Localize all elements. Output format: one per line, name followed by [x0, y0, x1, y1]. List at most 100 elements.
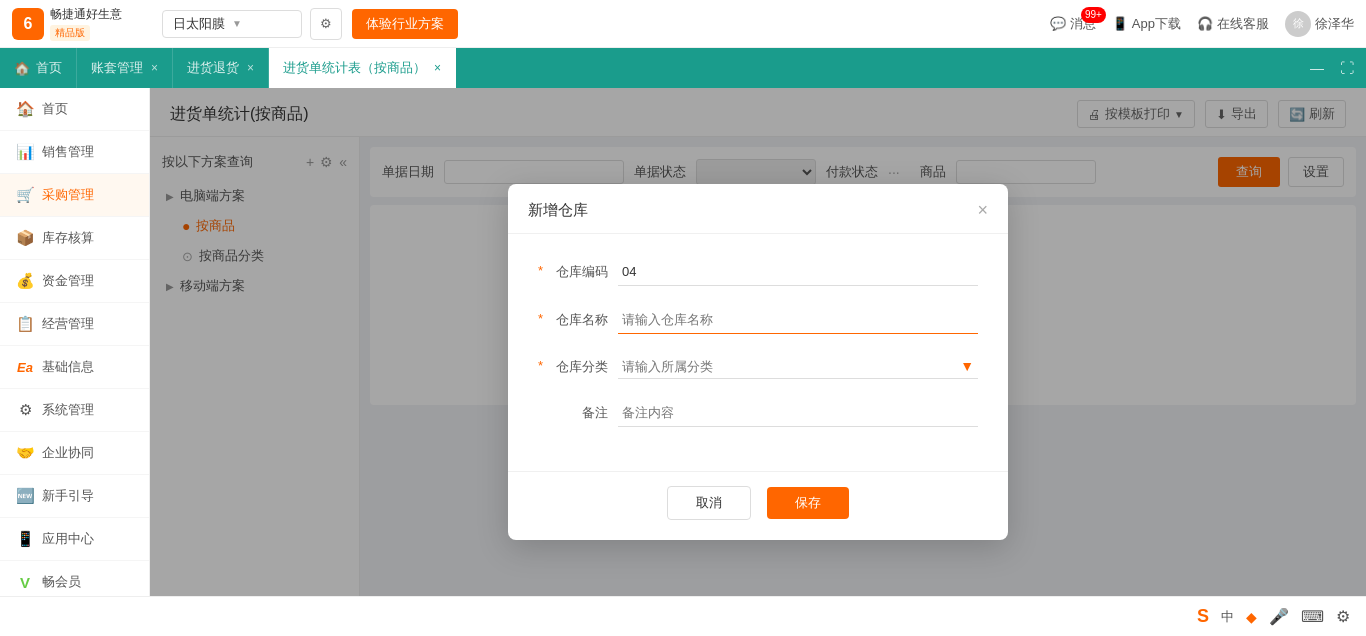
- tab-bar: 🏠 首页 账套管理 × 进货退货 × 进货单统计表（按商品） × — ⛶: [0, 48, 1366, 88]
- notification-badge: 99+: [1081, 7, 1106, 23]
- form-row-note: 备注: [538, 399, 978, 427]
- sidebar-label-management: 经营管理: [42, 315, 94, 333]
- user-profile[interactable]: 徐 徐泽华: [1285, 11, 1354, 37]
- modal-title: 新增仓库: [528, 201, 588, 220]
- app-download-button[interactable]: 📱 App下载: [1112, 15, 1181, 33]
- warehouse-code-input[interactable]: [618, 258, 978, 286]
- finance-icon: 💰: [16, 272, 34, 290]
- sidebar-item-home[interactable]: 🏠 首页: [0, 88, 149, 131]
- online-service-button[interactable]: 🎧 在线客服: [1197, 15, 1269, 33]
- sidebar-item-basic-info[interactable]: Ea 基础信息: [0, 346, 149, 389]
- app-download-label: App下载: [1132, 15, 1181, 33]
- tab-label-accounts: 账套管理: [91, 59, 143, 77]
- form-row-category: 仓库分类 ▼: [538, 354, 978, 379]
- store-name: 日太阳膜: [173, 15, 232, 33]
- form-row-code: 仓库编码: [538, 258, 978, 286]
- sidebar-label-inventory: 库存核算: [42, 229, 94, 247]
- save-button[interactable]: 保存: [767, 487, 849, 519]
- modal-overlay: 新增仓库 × 仓库编码 仓库名称 仓库分类: [150, 88, 1366, 636]
- tab-minimize-icon[interactable]: —: [1306, 58, 1328, 78]
- modal-body: 仓库编码 仓库名称 仓库分类 ▼: [508, 234, 1008, 471]
- sidebar-item-finance[interactable]: 💰 资金管理: [0, 260, 149, 303]
- sidebar-label-purchase: 采购管理: [42, 186, 94, 204]
- add-warehouse-modal: 新增仓库 × 仓库编码 仓库名称 仓库分类: [508, 184, 1008, 540]
- sidebar-label-sales: 销售管理: [42, 143, 94, 161]
- warehouse-category-label: 仓库分类: [538, 358, 618, 376]
- tab-bar-right: — ⛶: [1306, 48, 1366, 88]
- sidebar-label-basic-info: 基础信息: [42, 358, 94, 376]
- warehouse-category-input[interactable]: [622, 359, 960, 374]
- mic-icon[interactable]: 🎤: [1269, 607, 1289, 626]
- vip-icon: V: [16, 573, 34, 591]
- modal-header: 新增仓库 ×: [508, 184, 1008, 234]
- bottom-bar: S 中 ◆ 🎤 ⌨ ⚙: [0, 596, 1366, 636]
- tab-label-purchase-return: 进货退货: [187, 59, 239, 77]
- sidebar-label-newbie: 新手引导: [42, 487, 94, 505]
- tab-accounts[interactable]: 账套管理 ×: [77, 48, 173, 88]
- tab-close-purchase-return[interactable]: ×: [247, 61, 254, 75]
- keyboard-icon[interactable]: ⌨: [1301, 607, 1324, 626]
- main-layout: 🏠 首页 📊 销售管理 🛒 采购管理 📦 库存核算 💰 资金管理 📋 经营管理 …: [0, 88, 1366, 636]
- management-icon: 📋: [16, 315, 34, 333]
- header-right: 💬 消息 99+ 📱 App下载 🎧 在线客服 徐 徐泽华: [1050, 11, 1354, 37]
- store-selector[interactable]: 日太阳膜 ▼: [162, 10, 302, 38]
- chevron-down-icon: ▼: [232, 18, 291, 29]
- warehouse-code-label: 仓库编码: [538, 263, 618, 281]
- warehouse-name-label: 仓库名称: [538, 311, 618, 329]
- s-logo-icon: S: [1197, 606, 1209, 627]
- sidebar-label-enterprise: 企业协同: [42, 444, 94, 462]
- top-header: 6 畅捷通好生意 精品版 日太阳膜 ▼ ⚙ 体验行业方案 💬 消息 99+ 📱 …: [0, 0, 1366, 48]
- tab-close-accounts[interactable]: ×: [151, 61, 158, 75]
- note-input[interactable]: [618, 399, 978, 427]
- tab-home[interactable]: 🏠 首页: [0, 48, 77, 88]
- sidebar-label-app-center: 应用中心: [42, 530, 94, 548]
- sidebar-item-purchase[interactable]: 🛒 采购管理: [0, 174, 149, 217]
- headset-icon: 🎧: [1197, 16, 1213, 31]
- logo-area: 6 畅捷通好生意 精品版: [12, 6, 162, 41]
- tab-close-purchase-stats[interactable]: ×: [434, 61, 441, 75]
- modal-footer: 取消 保存: [508, 471, 1008, 540]
- sidebar-label-home: 首页: [42, 100, 68, 118]
- logo-icon: 6: [12, 8, 44, 40]
- home-icon: 🏠: [14, 61, 30, 76]
- logo-text: 畅捷通好生意 精品版: [50, 6, 122, 41]
- tab-purchase-return[interactable]: 进货退货 ×: [173, 48, 269, 88]
- sidebar-item-enterprise[interactable]: 🤝 企业协同: [0, 432, 149, 475]
- sales-icon: 📊: [16, 143, 34, 161]
- sidebar-label-vip: 畅会员: [42, 573, 81, 591]
- app-icon: 📱: [1112, 16, 1128, 31]
- sidebar-item-app-center[interactable]: 📱 应用中心: [0, 518, 149, 561]
- tab-label-home: 首页: [36, 59, 62, 77]
- purchase-icon: 🛒: [16, 186, 34, 204]
- app-center-icon: 📱: [16, 530, 34, 548]
- cancel-button[interactable]: 取消: [667, 486, 751, 520]
- modal-close-button[interactable]: ×: [977, 200, 988, 221]
- tab-maximize-icon[interactable]: ⛶: [1336, 58, 1358, 78]
- messages-button[interactable]: 💬 消息 99+: [1050, 15, 1096, 33]
- chinese-label: 中: [1221, 608, 1234, 626]
- info-icon: Ea: [16, 358, 34, 376]
- home-icon: 🏠: [16, 100, 34, 118]
- username: 徐泽华: [1315, 15, 1354, 33]
- trial-button[interactable]: 体验行业方案: [352, 9, 458, 39]
- tab-purchase-stats[interactable]: 进货单统计表（按商品） ×: [269, 48, 456, 88]
- sidebar-item-inventory[interactable]: 📦 库存核算: [0, 217, 149, 260]
- sidebar-label-system: 系统管理: [42, 401, 94, 419]
- sidebar: 🏠 首页 📊 销售管理 🛒 采购管理 📦 库存核算 💰 资金管理 📋 经营管理 …: [0, 88, 150, 636]
- app-name: 畅捷通好生意: [50, 6, 122, 23]
- settings-icon[interactable]: ⚙: [1336, 607, 1350, 626]
- warehouse-category-select[interactable]: ▼: [618, 354, 978, 379]
- system-icon: ⚙: [16, 401, 34, 419]
- sidebar-item-newbie[interactable]: 🆕 新手引导: [0, 475, 149, 518]
- warehouse-name-input[interactable]: [618, 306, 978, 334]
- sidebar-item-system[interactable]: ⚙ 系统管理: [0, 389, 149, 432]
- sidebar-item-sales[interactable]: 📊 销售管理: [0, 131, 149, 174]
- message-icon: 💬: [1050, 16, 1066, 31]
- sidebar-item-management[interactable]: 📋 经营管理: [0, 303, 149, 346]
- form-row-name: 仓库名称: [538, 306, 978, 334]
- dot-icon: ◆: [1246, 609, 1257, 625]
- settings-button[interactable]: ⚙: [310, 8, 342, 40]
- tab-label-purchase-stats: 进货单统计表（按商品）: [283, 59, 426, 77]
- note-label: 备注: [538, 404, 618, 422]
- avatar-initials: 徐: [1293, 16, 1304, 31]
